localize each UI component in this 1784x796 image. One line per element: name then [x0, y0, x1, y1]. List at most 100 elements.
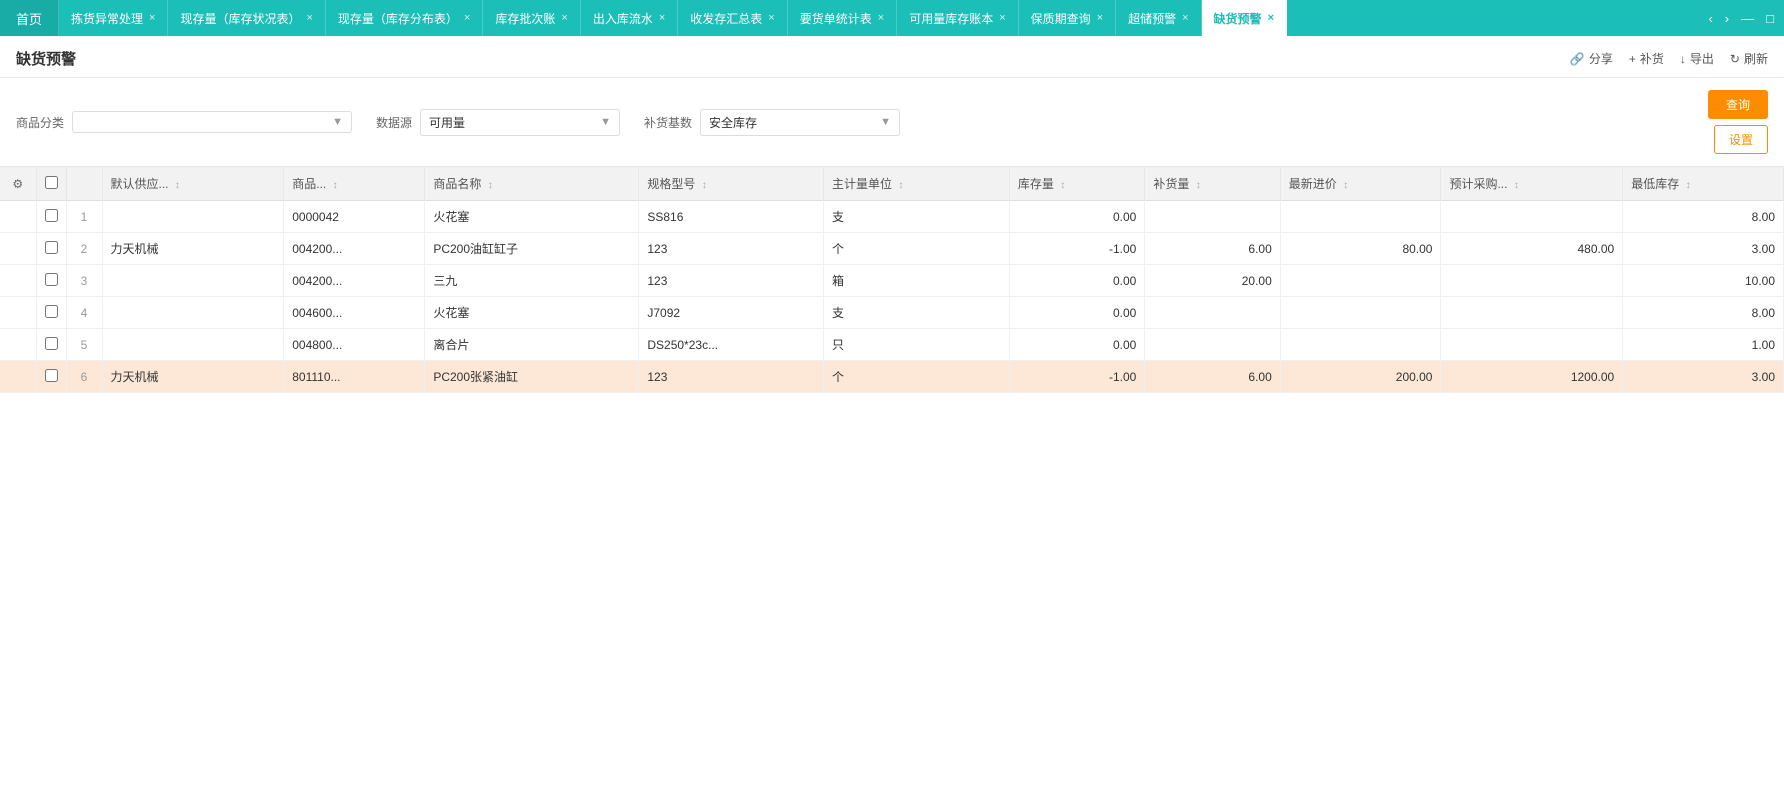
replenish-label: 补货基数 [644, 114, 692, 131]
col-est-purchase: 预计采购... ↕ [1441, 167, 1623, 201]
col-supplier-sort-icon[interactable]: ↕ [175, 180, 180, 191]
row-min-stock-2: 10.00 [1623, 265, 1784, 297]
table-row: 1 0000042 火花塞 SS816 支 0.00 8.00 [0, 201, 1784, 233]
col-min-stock-label: 最低库存 [1631, 177, 1679, 191]
row-min-stock-4: 1.00 [1623, 329, 1784, 361]
nav-tab-2[interactable]: 现存量（库存状况表）× [168, 0, 325, 36]
col-latest-price-label: 最新进价 [1289, 177, 1337, 191]
page-header: 缺货预警 🔗 分享 + 补货 ↓ 导出 ↻ 刷新 [0, 36, 1784, 78]
row-spec-0: SS816 [639, 201, 824, 233]
query-button[interactable]: 查询 [1708, 90, 1768, 119]
row-index-5: 6 [66, 361, 102, 393]
row-name-1: PC200油缸缸子 [425, 233, 639, 265]
col-code-sort-icon[interactable]: ↕ [333, 180, 338, 191]
nav-tab-7[interactable]: 要货单统计表× [788, 0, 897, 36]
row-spec-4: DS250*23c... [639, 329, 824, 361]
nav-tab-3[interactable]: 现存量（库存分布表）× [326, 0, 483, 36]
row-checkbox-5[interactable] [45, 369, 58, 382]
tab-close-icon-8[interactable]: × [999, 12, 1005, 24]
row-stock-5: -1.00 [1009, 361, 1144, 393]
row-checkbox-cell-3 [36, 297, 66, 329]
tab-close-icon-5[interactable]: × [659, 12, 665, 24]
export-btn[interactable]: ↓ 导出 [1680, 50, 1714, 67]
col-name-sort-icon[interactable]: ↕ [488, 180, 493, 191]
gear-settings-icon[interactable]: ⚙ [8, 177, 28, 191]
tab-close-icon-4[interactable]: × [561, 12, 567, 24]
datasource-select[interactable]: 可用量 ▼ [420, 109, 620, 136]
select-all-checkbox[interactable] [45, 176, 58, 189]
share-btn[interactable]: 🔗 分享 [1570, 50, 1613, 67]
row-latest-price-0 [1280, 201, 1441, 233]
row-est-purchase-4 [1441, 329, 1623, 361]
tab-close-icon-11[interactable]: × [1268, 12, 1274, 24]
category-filter-group: 商品分类 ▼ [16, 111, 352, 133]
nav-tab-11[interactable]: 缺货预警× [1202, 0, 1287, 36]
tab-close-icon-9[interactable]: × [1097, 12, 1103, 24]
col-unit-sort-icon[interactable]: ↕ [898, 180, 903, 191]
tab-close-icon-6[interactable]: × [768, 12, 774, 24]
category-select[interactable]: ▼ [72, 111, 352, 133]
col-code-label: 商品... [292, 177, 326, 191]
nav-tab-10[interactable]: 超储预警× [1116, 0, 1201, 36]
col-replenish-sort-icon[interactable]: ↕ [1196, 180, 1201, 191]
col-unit-label: 主计量单位 [832, 177, 892, 191]
row-checkbox-3[interactable] [45, 305, 58, 318]
col-checkbox [36, 167, 66, 201]
refresh-btn[interactable]: ↻ 刷新 [1730, 50, 1768, 67]
category-chevron-icon: ▼ [332, 116, 343, 128]
col-min-stock-sort-icon[interactable]: ↕ [1686, 180, 1691, 191]
row-unit-1: 个 [823, 233, 1009, 265]
replenish-btn[interactable]: + 补货 [1629, 50, 1664, 67]
nav-tab-1[interactable]: 拣货异常处理× [59, 0, 168, 36]
tab-close-icon-1[interactable]: × [149, 12, 155, 24]
nav-tab-0[interactable]: 首页 [0, 0, 59, 36]
row-checkbox-1[interactable] [45, 241, 58, 254]
tab-close-icon-3[interactable]: × [464, 12, 470, 24]
col-spec-sort-icon[interactable]: ↕ [702, 180, 707, 191]
row-replenish-5: 6.00 [1145, 361, 1280, 393]
nav-tab-8[interactable]: 可用量库存账本× [897, 0, 1018, 36]
row-supplier-1: 力天机械 [102, 233, 284, 265]
main-content: 缺货预警 🔗 分享 + 补货 ↓ 导出 ↻ 刷新 商品分类 [0, 36, 1784, 796]
col-est-purchase-label: 预计采购... [1449, 177, 1507, 191]
row-replenish-0 [1145, 201, 1280, 233]
row-latest-price-5: 200.00 [1280, 361, 1441, 393]
nav-tab-6[interactable]: 收发存汇总表× [678, 0, 787, 36]
row-checkbox-4[interactable] [45, 337, 58, 350]
row-checkbox-cell-2 [36, 265, 66, 297]
table-row: 2 力天机械 004200... PC200油缸缸子 123 个 -1.00 6… [0, 233, 1784, 265]
settings-button[interactable]: 设置 [1714, 125, 1768, 154]
col-latest-price-sort-icon[interactable]: ↕ [1343, 180, 1348, 191]
nav-minimize-btn[interactable]: — [1735, 7, 1760, 30]
category-label: 商品分类 [16, 114, 64, 131]
col-est-purchase-sort-icon[interactable]: ↕ [1514, 180, 1519, 191]
table-row: 4 004600... 火花塞 J7092 支 0.00 8.00 [0, 297, 1784, 329]
row-stock-4: 0.00 [1009, 329, 1144, 361]
datasource-filter-group: 数据源 可用量 ▼ [376, 109, 620, 136]
nav-next-btn[interactable]: › [1719, 7, 1735, 30]
table-header-row: ⚙ 默认供应... ↕ 商品... ↕ 商品名称 [0, 167, 1784, 201]
row-checkbox-cell-4 [36, 329, 66, 361]
filter-area: 商品分类 ▼ 数据源 可用量 ▼ 补货基数 安全库存 ▼ 查询 设置 [0, 78, 1784, 167]
nav-maximize-btn[interactable]: □ [1760, 7, 1780, 30]
row-checkbox-2[interactable] [45, 273, 58, 286]
row-unit-2: 箱 [823, 265, 1009, 297]
row-code-5: 801110... [284, 361, 425, 393]
page-title: 缺货预警 [16, 48, 76, 69]
row-stock-2: 0.00 [1009, 265, 1144, 297]
col-supplier: 默认供应... ↕ [102, 167, 284, 201]
nav-tab-4[interactable]: 库存批次账× [483, 0, 580, 36]
nav-tab-9[interactable]: 保质期查询× [1019, 0, 1116, 36]
col-unit: 主计量单位 ↕ [823, 167, 1009, 201]
col-stock-sort-icon[interactable]: ↕ [1060, 180, 1065, 191]
replenish-select[interactable]: 安全库存 ▼ [700, 109, 900, 136]
nav-tab-5[interactable]: 出入库流水× [581, 0, 678, 36]
row-latest-price-4 [1280, 329, 1441, 361]
nav-prev-btn[interactable]: ‹ [1702, 7, 1718, 30]
tab-close-icon-7[interactable]: × [878, 12, 884, 24]
col-replenish: 补货量 ↕ [1145, 167, 1280, 201]
tab-close-icon-2[interactable]: × [306, 12, 312, 24]
tab-close-icon-10[interactable]: × [1182, 12, 1188, 24]
row-checkbox-0[interactable] [45, 209, 58, 222]
row-index-4: 5 [66, 329, 102, 361]
